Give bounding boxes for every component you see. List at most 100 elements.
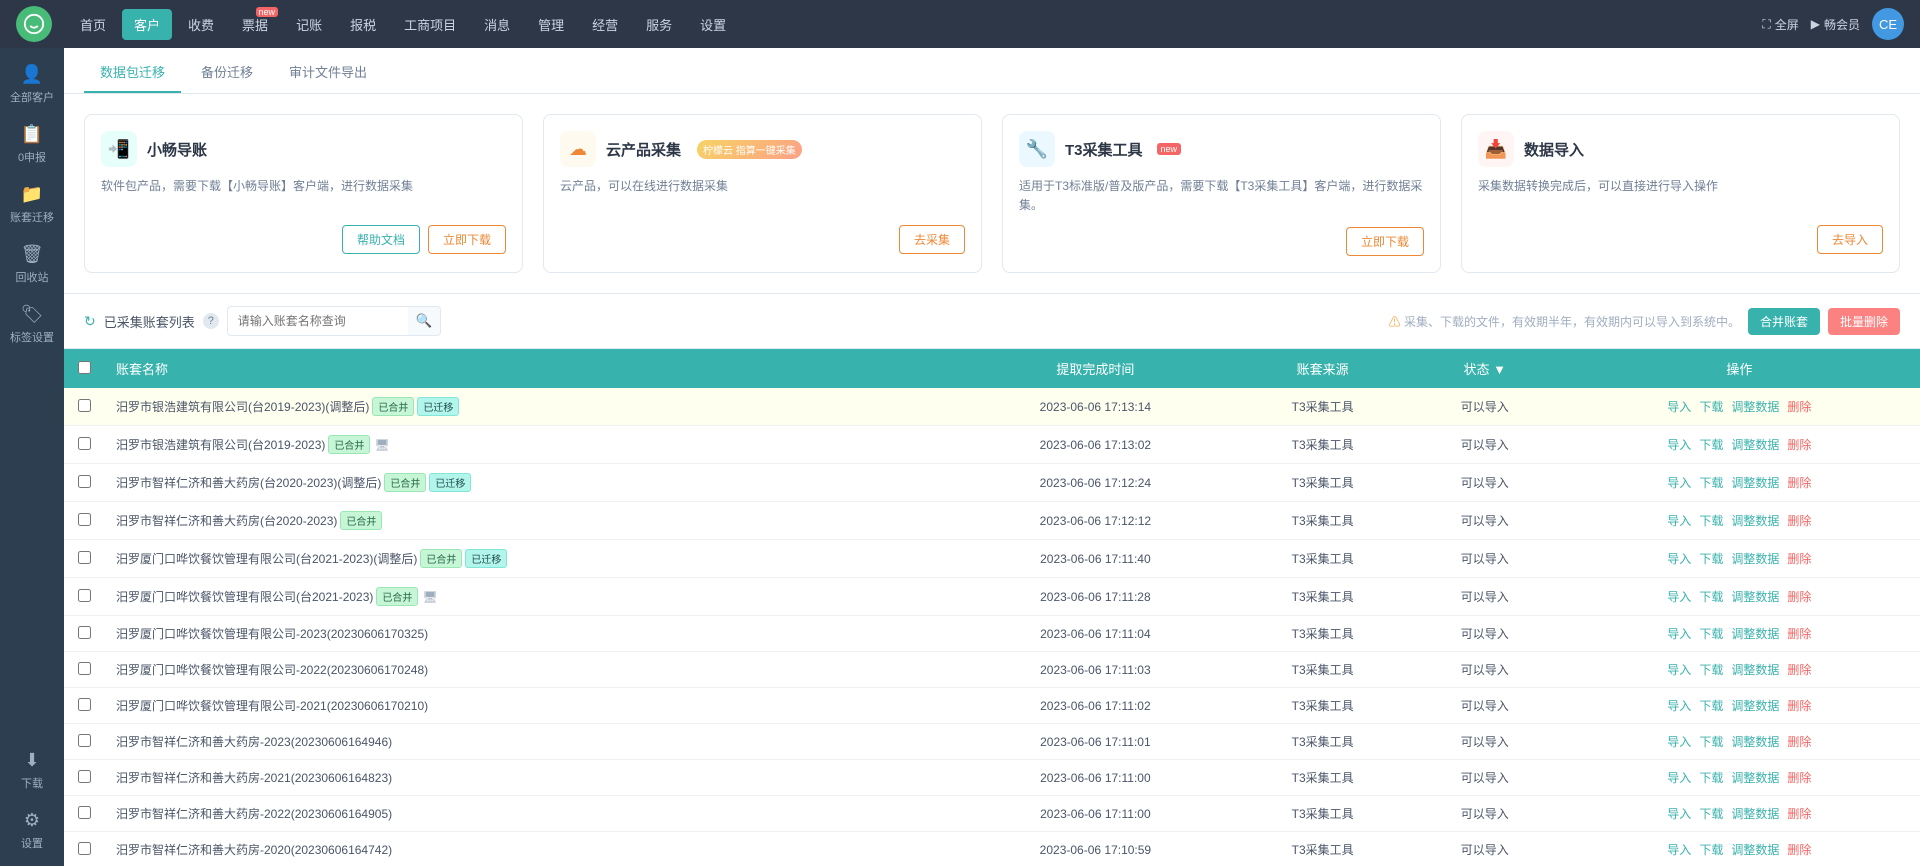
delete-link[interactable]: 删除 bbox=[1787, 807, 1811, 821]
import-link[interactable]: 导入 bbox=[1667, 514, 1691, 528]
delete-link[interactable]: 删除 bbox=[1787, 843, 1811, 857]
row-checkbox[interactable] bbox=[78, 770, 91, 783]
row-checkbox[interactable] bbox=[78, 662, 91, 675]
adjust-link[interactable]: 调整数据 bbox=[1731, 843, 1779, 857]
import-link[interactable]: 导入 bbox=[1667, 843, 1691, 857]
sidebar-item-tags[interactable]: 🏷 标签设置 bbox=[4, 296, 60, 352]
delete-link[interactable]: 删除 bbox=[1787, 663, 1811, 677]
import-link[interactable]: 导入 bbox=[1667, 771, 1691, 785]
batch-delete-button[interactable]: 批量删除 bbox=[1828, 308, 1900, 335]
sidebar-item-all-customers[interactable]: 👤 全部客户 bbox=[4, 56, 60, 112]
row-checkbox[interactable] bbox=[78, 842, 91, 855]
download-link[interactable]: 下载 bbox=[1699, 514, 1723, 528]
delete-link[interactable]: 删除 bbox=[1787, 735, 1811, 749]
import-link[interactable]: 导入 bbox=[1667, 400, 1691, 414]
delete-link[interactable]: 删除 bbox=[1787, 771, 1811, 785]
tab-audit-export[interactable]: 审计文件导出 bbox=[273, 52, 383, 93]
adjust-link[interactable]: 调整数据 bbox=[1731, 699, 1779, 713]
download-link[interactable]: 下载 bbox=[1699, 627, 1723, 641]
sidebar-item-account-migrate[interactable]: 📁 账套迁移 bbox=[4, 176, 60, 232]
nav-bookkeeping[interactable]: 记账 bbox=[284, 9, 334, 40]
import-link[interactable]: 导入 bbox=[1667, 807, 1691, 821]
card-btn-collect[interactable]: 去采集 bbox=[899, 225, 965, 254]
row-checkbox[interactable] bbox=[78, 475, 91, 488]
row-checkbox[interactable] bbox=[78, 589, 91, 602]
delete-link[interactable]: 删除 bbox=[1787, 438, 1811, 452]
import-link[interactable]: 导入 bbox=[1667, 627, 1691, 641]
sidebar-item-download[interactable]: ⬇ 下载 bbox=[4, 742, 60, 798]
select-all-checkbox[interactable] bbox=[78, 361, 91, 374]
import-link[interactable]: 导入 bbox=[1667, 590, 1691, 604]
card-btn-t3-download[interactable]: 立即下载 bbox=[1346, 227, 1424, 256]
nav-customer[interactable]: 客户 bbox=[122, 9, 172, 40]
adjust-link[interactable]: 调整数据 bbox=[1731, 807, 1779, 821]
import-link[interactable]: 导入 bbox=[1667, 699, 1691, 713]
delete-link[interactable]: 删除 bbox=[1787, 514, 1811, 528]
delete-link[interactable]: 删除 bbox=[1787, 699, 1811, 713]
delete-link[interactable]: 删除 bbox=[1787, 590, 1811, 604]
nav-tax[interactable]: 报税 bbox=[338, 9, 388, 40]
merge-button[interactable]: 合并账套 bbox=[1748, 308, 1820, 335]
adjust-link[interactable]: 调整数据 bbox=[1731, 552, 1779, 566]
nav-management[interactable]: 管理 bbox=[526, 9, 576, 40]
user-avatar[interactable]: CE bbox=[1872, 8, 1904, 40]
row-checkbox[interactable] bbox=[78, 626, 91, 639]
nav-fee[interactable]: 收费 bbox=[176, 9, 226, 40]
download-link[interactable]: 下载 bbox=[1699, 438, 1723, 452]
help-icon[interactable]: ? bbox=[203, 313, 219, 329]
download-link[interactable]: 下载 bbox=[1699, 807, 1723, 821]
download-link[interactable]: 下载 bbox=[1699, 699, 1723, 713]
adjust-link[interactable]: 调整数据 bbox=[1731, 400, 1779, 414]
adjust-link[interactable]: 调整数据 bbox=[1731, 663, 1779, 677]
row-checkbox[interactable] bbox=[78, 698, 91, 711]
nav-operation[interactable]: 经营 bbox=[580, 9, 630, 40]
nav-service[interactable]: 服务 bbox=[634, 9, 684, 40]
download-link[interactable]: 下载 bbox=[1699, 771, 1723, 785]
delete-link[interactable]: 删除 bbox=[1787, 627, 1811, 641]
nav-home[interactable]: 首页 bbox=[68, 9, 118, 40]
nav-business[interactable]: 工商项目 bbox=[392, 9, 468, 40]
card-btn-help[interactable]: 帮助文档 bbox=[342, 225, 420, 254]
row-checkbox[interactable] bbox=[78, 399, 91, 412]
adjust-link[interactable]: 调整数据 bbox=[1731, 627, 1779, 641]
adjust-link[interactable]: 调整数据 bbox=[1731, 438, 1779, 452]
download-link[interactable]: 下载 bbox=[1699, 552, 1723, 566]
adjust-link[interactable]: 调整数据 bbox=[1731, 514, 1779, 528]
row-checkbox[interactable] bbox=[78, 806, 91, 819]
member-button[interactable]: ▶ 畅会员 bbox=[1811, 16, 1860, 33]
card-btn-import[interactable]: 去导入 bbox=[1817, 225, 1883, 254]
download-link[interactable]: 下载 bbox=[1699, 843, 1723, 857]
import-link[interactable]: 导入 bbox=[1667, 735, 1691, 749]
adjust-link[interactable]: 调整数据 bbox=[1731, 590, 1779, 604]
row-checkbox[interactable] bbox=[78, 437, 91, 450]
tab-backup-migrate[interactable]: 备份迁移 bbox=[185, 52, 269, 93]
adjust-link[interactable]: 调整数据 bbox=[1731, 771, 1779, 785]
row-checkbox[interactable] bbox=[78, 551, 91, 564]
sidebar-item-zero-report[interactable]: 📋 0申报 bbox=[4, 116, 60, 172]
sidebar-item-recycle[interactable]: 🗑 回收站 bbox=[4, 236, 60, 292]
nav-invoice[interactable]: 票据 new bbox=[230, 9, 280, 40]
app-logo[interactable] bbox=[16, 6, 52, 42]
search-button[interactable]: 🔍 bbox=[408, 307, 441, 335]
download-link[interactable]: 下载 bbox=[1699, 590, 1723, 604]
delete-link[interactable]: 删除 bbox=[1787, 400, 1811, 414]
adjust-link[interactable]: 调整数据 bbox=[1731, 735, 1779, 749]
import-link[interactable]: 导入 bbox=[1667, 438, 1691, 452]
refresh-icon[interactable]: ↻ bbox=[84, 313, 96, 330]
import-link[interactable]: 导入 bbox=[1667, 476, 1691, 490]
download-link[interactable]: 下载 bbox=[1699, 400, 1723, 414]
download-link[interactable]: 下载 bbox=[1699, 735, 1723, 749]
download-link[interactable]: 下载 bbox=[1699, 663, 1723, 677]
fullscreen-button[interactable]: ⛶ 全屏 bbox=[1762, 16, 1798, 33]
row-checkbox[interactable] bbox=[78, 734, 91, 747]
import-link[interactable]: 导入 bbox=[1667, 663, 1691, 677]
tab-data-migrate[interactable]: 数据包迁移 bbox=[84, 52, 181, 93]
sidebar-item-settings[interactable]: ⚙ 设置 bbox=[4, 802, 60, 858]
import-link[interactable]: 导入 bbox=[1667, 552, 1691, 566]
card-btn-download[interactable]: 立即下载 bbox=[428, 225, 506, 254]
row-checkbox[interactable] bbox=[78, 513, 91, 526]
nav-settings[interactable]: 设置 bbox=[688, 9, 738, 40]
nav-message[interactable]: 消息 bbox=[472, 9, 522, 40]
delete-link[interactable]: 删除 bbox=[1787, 476, 1811, 490]
download-link[interactable]: 下载 bbox=[1699, 476, 1723, 490]
